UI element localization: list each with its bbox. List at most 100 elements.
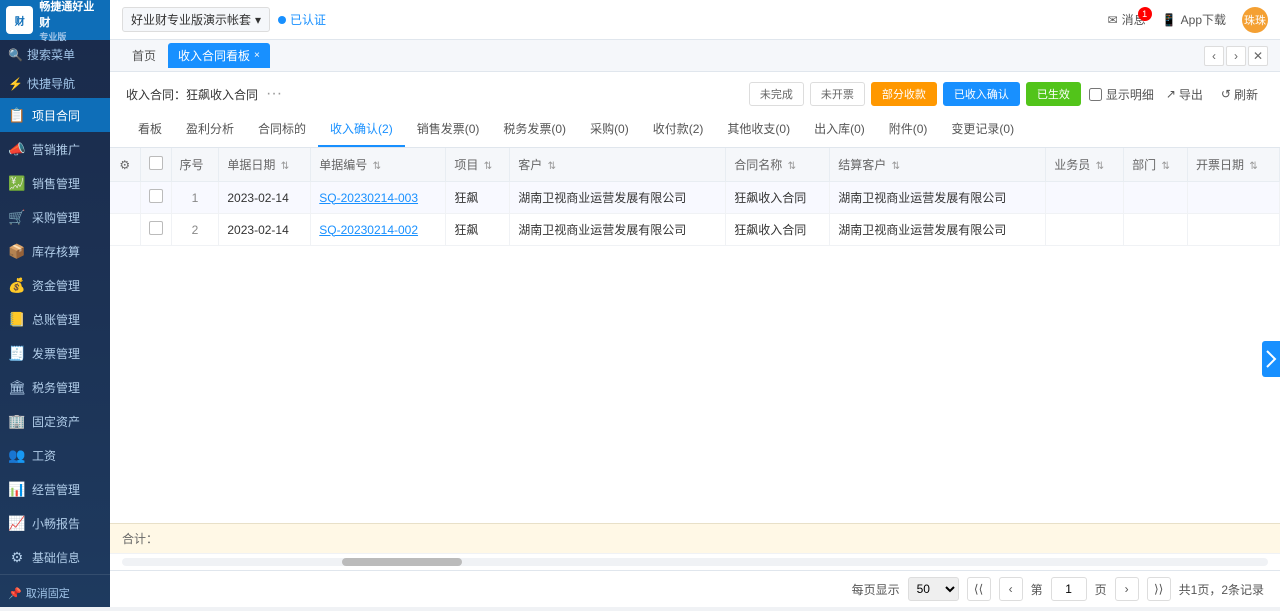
row-gear-0 [110, 182, 140, 214]
app-label: App下载 [1181, 11, 1226, 28]
row-code-link-1[interactable]: SQ-20230214-002 [319, 223, 418, 237]
sidebar-item-hr[interactable]: 👥 工资 [0, 438, 110, 472]
sidebar-item-project[interactable]: 📋 项目合同 [0, 98, 110, 132]
sidebar-icon-invoice: 🧾 [8, 344, 26, 362]
cert-label: 已认证 [290, 11, 326, 28]
show-detail-checkbox[interactable] [1089, 88, 1102, 101]
tab-nav-arrows: ‹ › ✕ [1204, 46, 1268, 66]
inner-tab-1[interactable]: 盈利分析 [174, 112, 246, 147]
row-checkbox-1[interactable] [149, 221, 163, 235]
col-salesman: 业务员 ⇅ [1046, 148, 1124, 182]
page-next-btn[interactable]: › [1115, 577, 1139, 601]
row-code-0[interactable]: SQ-20230214-003 [311, 182, 446, 214]
inner-tab-11[interactable]: 变更记录(0) [939, 112, 1026, 147]
sidebar-item-general[interactable]: 📒 总账管理 [0, 302, 110, 336]
inner-tab-4[interactable]: 销售发票(0) [405, 112, 492, 147]
refresh-button[interactable]: ↺ 刷新 [1215, 83, 1264, 106]
row-checkbox-0[interactable] [149, 189, 163, 203]
sidebar-bottom: 📌 取消固定 [0, 574, 110, 611]
tab-home[interactable]: 首页 [122, 43, 166, 68]
sidebar-icon-assets: 🏢 [8, 412, 26, 430]
row-check-1[interactable] [140, 214, 171, 246]
sidebar-item-inventory[interactable]: 📦 库存核算 [0, 234, 110, 268]
sidebar-item-sales[interactable]: 💹 销售管理 [0, 166, 110, 200]
table-row[interactable]: 2 2023-02-14 SQ-20230214-002 狂飙 湖南卫视商业运营… [110, 214, 1280, 246]
inner-tab-8[interactable]: 其他收支(0) [715, 112, 802, 147]
sidebar-item-assets[interactable]: 🏢 固定资产 [0, 404, 110, 438]
header-checkbox[interactable] [149, 156, 163, 170]
sidebar-label-hr: 工资 [32, 447, 56, 464]
scroll-track[interactable] [122, 558, 1268, 566]
page-input[interactable] [1051, 577, 1087, 601]
tab-prev-arrow[interactable]: ‹ [1204, 46, 1224, 66]
inner-tab-7[interactable]: 收付款(2) [641, 112, 716, 147]
sidebar-item-biz[interactable]: 📊 经营管理 [0, 472, 110, 506]
sidebar-item-basic[interactable]: ⚙ 基础信息 [0, 540, 110, 574]
page-first-btn[interactable]: ⟨⟨ [967, 577, 991, 601]
row-code-link-0[interactable]: SQ-20230214-003 [319, 191, 418, 205]
search-menu[interactable]: 🔍 搜索菜单 [0, 40, 110, 69]
inner-tab-2[interactable]: 合同标的 [246, 112, 318, 147]
topbar: 好业财专业版演示帐套 ▾ 已认证 ✉ 消息 1 📱 App下载 珠珠 [110, 0, 1280, 40]
sidebar-item-marketing[interactable]: 📣 营销推广 [0, 132, 110, 166]
avatar[interactable]: 珠珠 [1242, 7, 1268, 33]
sidebar-item-purchase[interactable]: 🛒 采购管理 [0, 200, 110, 234]
sidebar-icon-general: 📒 [8, 310, 26, 328]
table-header-row: ⚙ 序号 单据日期 ⇅ 单据编号 ⇅ 项目 ⇅ 客户 ⇅ 合同名称 ⇅ 结算客户… [110, 148, 1280, 182]
inner-tab-9[interactable]: 出入库(0) [802, 112, 877, 147]
quicknav[interactable]: ⚡ 快捷导航 [0, 69, 110, 98]
per-page-select[interactable]: 50 10 20 100 [908, 577, 959, 601]
row-settle-1: 湖南卫视商业运营发展有限公司 [830, 214, 1046, 246]
more-button[interactable]: ··· [266, 85, 282, 103]
row-salesman-0 [1046, 182, 1124, 214]
app-logo: 财 畅捷通好业财 专业版 [0, 0, 110, 40]
col-settle: 结算客户 ⇅ [830, 148, 1046, 182]
sidebar-item-report[interactable]: 📈 小畅报告 [0, 506, 110, 540]
inner-tab-0[interactable]: 看板 [126, 112, 174, 147]
app-download-button[interactable]: 📱 App下载 [1162, 11, 1226, 28]
inner-tab-10[interactable]: 附件(0) [877, 112, 940, 147]
app-name: 畅捷通好业财 [39, 0, 104, 30]
row-invoice-date-1 [1188, 214, 1280, 246]
sidebar-icon-funds: 💰 [8, 276, 26, 294]
status-btn-4[interactable]: 已生效 [1026, 82, 1081, 106]
row-code-1[interactable]: SQ-20230214-002 [311, 214, 446, 246]
msg-button[interactable]: ✉ 消息 1 [1108, 11, 1146, 28]
right-panel-icon[interactable] [1262, 341, 1280, 377]
sort-project-icon: ⇅ [484, 161, 492, 172]
col-contract: 合同名称 ⇅ [726, 148, 830, 182]
status-btn-1[interactable]: 未开票 [810, 82, 865, 106]
status-btn-3[interactable]: 已收入确认 [943, 82, 1020, 106]
show-detail-toggle[interactable]: 显示明细 [1089, 86, 1154, 103]
tab-next-arrow[interactable]: › [1226, 46, 1246, 66]
fix-button[interactable]: 📌 取消固定 [8, 581, 102, 605]
tab-contract-board[interactable]: 收入合同看板 × [168, 43, 270, 68]
tab-close-icon[interactable]: × [254, 50, 260, 61]
inner-tab-6[interactable]: 采购(0) [578, 112, 641, 147]
inner-tab-5[interactable]: 税务发票(0) [491, 112, 578, 147]
sidebar-label-tax: 税务管理 [32, 379, 80, 396]
page-prev-btn[interactable]: ‹ [999, 577, 1023, 601]
export-button[interactable]: ↗ 导出 [1160, 83, 1209, 106]
sort-date-icon: ⇅ [281, 161, 289, 172]
msg-icon: ✉ [1108, 13, 1118, 27]
col-invoice-date: 开票日期 ⇅ [1188, 148, 1280, 182]
inner-tab-3[interactable]: 收入确认(2) [318, 112, 405, 147]
row-check-0[interactable] [140, 182, 171, 214]
quicknav-label: 快捷导航 [27, 75, 75, 92]
sidebar-item-invoice[interactable]: 🧾 发票管理 [0, 336, 110, 370]
gear-icon[interactable]: ⚙ [119, 158, 130, 172]
status-btn-2[interactable]: 部分收款 [871, 82, 937, 106]
tab-close-all[interactable]: ✕ [1248, 46, 1268, 66]
table-footer: 合计： [110, 523, 1280, 553]
page-last-btn[interactable]: ⟩⟩ [1147, 577, 1171, 601]
company-selector[interactable]: 好业财专业版演示帐套 ▾ [122, 7, 270, 32]
sort-salesman-icon: ⇅ [1096, 161, 1104, 172]
sidebar-item-tax[interactable]: 🏛 税务管理 [0, 370, 110, 404]
row-num-0: 1 [171, 182, 219, 214]
sidebar-item-funds[interactable]: 💰 资金管理 [0, 268, 110, 302]
status-btn-0[interactable]: 未完成 [749, 82, 804, 106]
table-row[interactable]: 1 2023-02-14 SQ-20230214-003 狂飙 湖南卫视商业运营… [110, 182, 1280, 214]
scroll-thumb[interactable] [342, 558, 462, 566]
topbar-right: ✉ 消息 1 📱 App下载 珠珠 [1108, 7, 1268, 33]
